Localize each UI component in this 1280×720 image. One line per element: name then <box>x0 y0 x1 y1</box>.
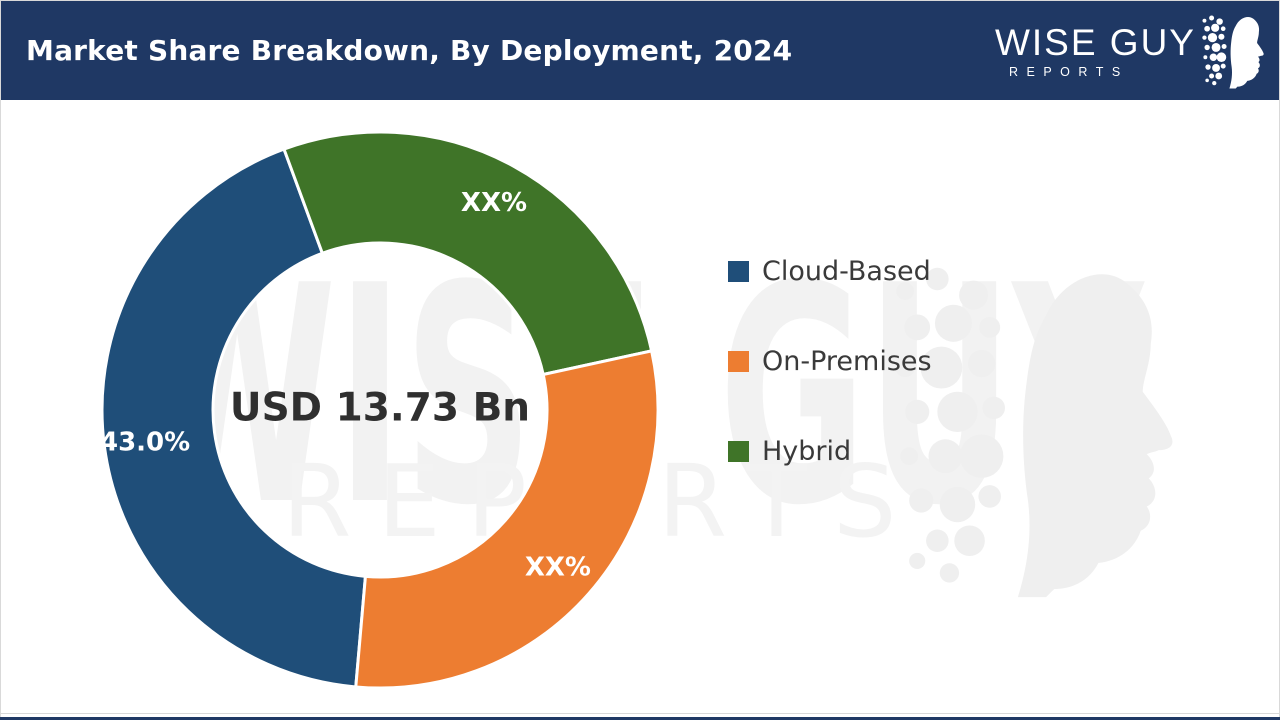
legend-item-on-premises[interactable]: On-Premises <box>728 348 932 375</box>
content-divider-line <box>0 713 1280 714</box>
wiseguy-logo: WISE GUY REPORTS <box>995 8 1266 94</box>
segment-label-hybrid: XX% <box>461 188 527 218</box>
legend-label: Hybrid <box>762 436 852 467</box>
logo-dot-cluster <box>1202 15 1227 86</box>
logo-brand-name: WISE GUY <box>994 21 1196 63</box>
header-bar: Market Share Breakdown, By Deployment, 2… <box>0 0 1280 100</box>
legend-label: Cloud-Based <box>762 256 931 287</box>
wiseguy-face-icon <box>1202 15 1264 89</box>
face-profile-silhouette <box>1017 274 1173 598</box>
logo-face-profile <box>1229 16 1264 89</box>
donut-segment-hybrid[interactable] <box>282 130 654 376</box>
segment-label-cloud-based: 43.0% <box>100 427 190 457</box>
legend-item-cloud-based[interactable]: Cloud-Based <box>728 258 931 285</box>
dot-cluster <box>895 267 1006 583</box>
legend-swatch-on-premises <box>728 351 749 372</box>
logo-text: WISE GUY REPORTS <box>995 24 1196 79</box>
chart-center-value: USD 13.73 Bn <box>229 385 531 431</box>
legend-swatch-hybrid <box>728 441 749 462</box>
segment-label-on-premises: XX% <box>525 553 591 583</box>
page-title: Market Share Breakdown, By Deployment, 2… <box>26 33 793 67</box>
legend-label: On-Premises <box>762 346 932 377</box>
legend-swatch-cloud-based <box>728 261 749 282</box>
logo-brand-sub: REPORTS <box>1008 64 1129 79</box>
legend-item-hybrid[interactable]: Hybrid <box>728 438 851 465</box>
